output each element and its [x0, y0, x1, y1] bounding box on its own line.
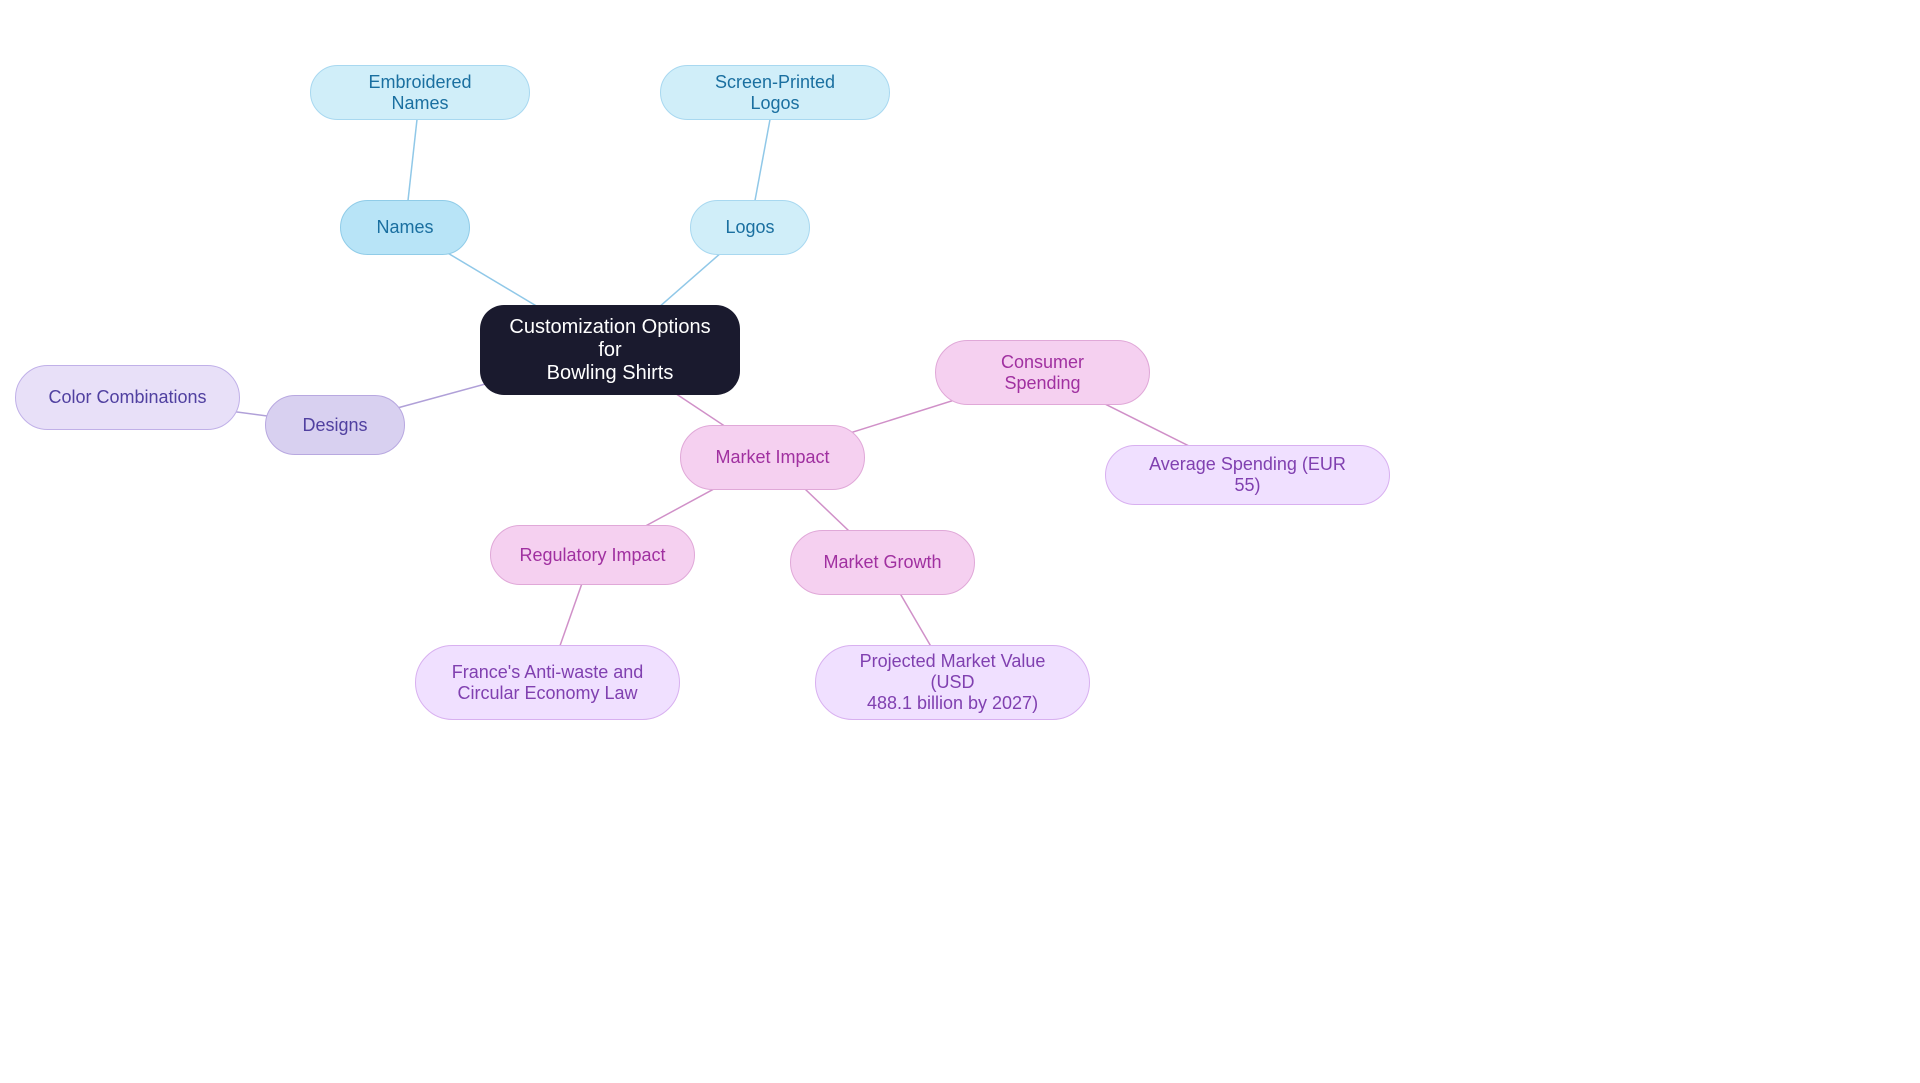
designs-node: Designs — [265, 395, 405, 455]
screen-printed-node: Screen-Printed Logos — [660, 65, 890, 120]
france-law-node: France's Anti-waste and Circular Economy… — [415, 645, 680, 720]
average-spending-node: Average Spending (EUR 55) — [1105, 445, 1390, 505]
regulatory-impact-node: Regulatory Impact — [490, 525, 695, 585]
color-combinations-label: Color Combinations — [48, 387, 206, 408]
names-label: Names — [376, 217, 433, 238]
market-impact-label: Market Impact — [715, 447, 829, 468]
center-node: Customization Options for Bowling Shirts — [480, 305, 740, 395]
market-growth-node: Market Growth — [790, 530, 975, 595]
projected-value-label: Projected Market Value (USD 488.1 billio… — [844, 651, 1061, 714]
consumer-spending-node: Consumer Spending — [935, 340, 1150, 405]
screen-printed-label: Screen-Printed Logos — [689, 72, 861, 114]
color-combinations-node: Color Combinations — [15, 365, 240, 430]
logos-node: Logos — [690, 200, 810, 255]
center-label: Customization Options for Bowling Shirts — [508, 316, 712, 385]
embroidered-names-node: Embroidered Names — [310, 65, 530, 120]
embroidered-names-label: Embroidered Names — [339, 72, 501, 114]
market-growth-label: Market Growth — [823, 552, 941, 573]
market-impact-node: Market Impact — [680, 425, 865, 490]
regulatory-impact-label: Regulatory Impact — [519, 545, 665, 566]
logos-label: Logos — [725, 217, 774, 238]
names-node: Names — [340, 200, 470, 255]
projected-value-node: Projected Market Value (USD 488.1 billio… — [815, 645, 1090, 720]
consumer-spending-label: Consumer Spending — [964, 352, 1121, 394]
designs-label: Designs — [302, 415, 367, 436]
france-law-label: France's Anti-waste and Circular Economy… — [452, 662, 644, 704]
average-spending-label: Average Spending (EUR 55) — [1134, 454, 1361, 496]
